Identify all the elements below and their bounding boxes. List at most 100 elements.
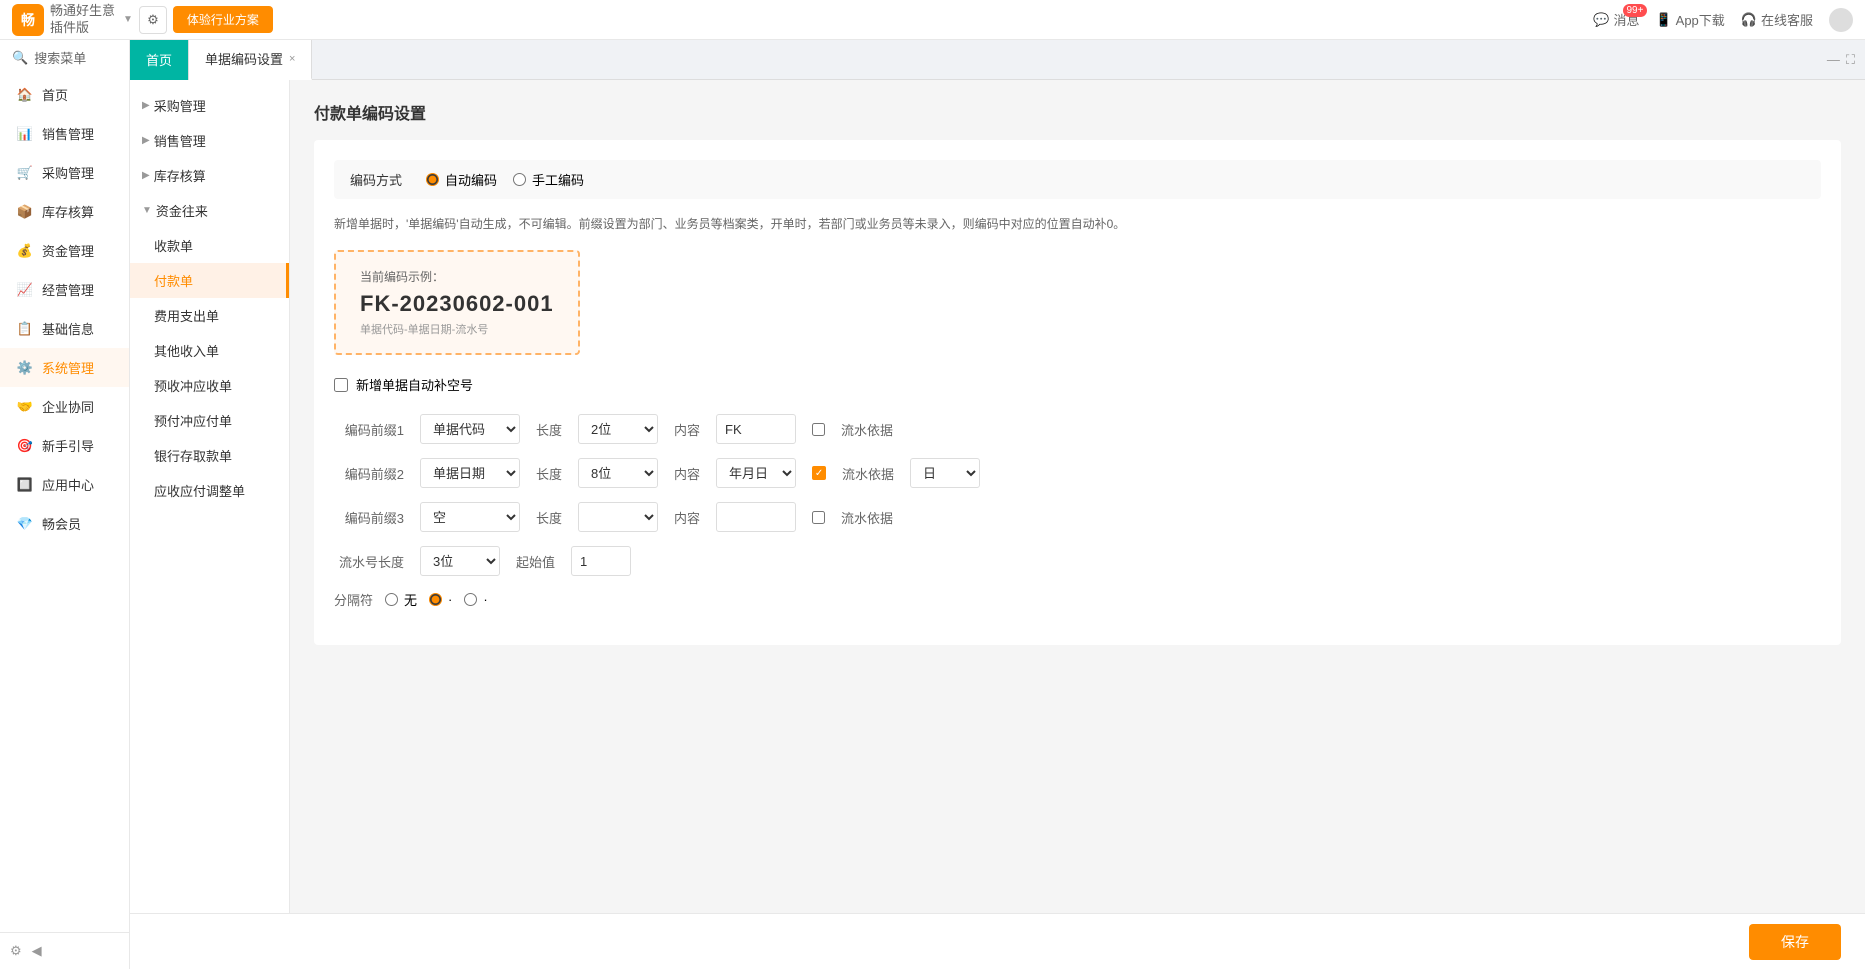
prefix2-serial-follow-checkbox[interactable]: ✓ [812, 466, 826, 480]
prefix1-serial-follow-checkbox[interactable] [812, 423, 825, 436]
sub-group-capital[interactable]: ▼ 资金往来 [130, 193, 289, 228]
prefix1-label: 编码前缀1 [334, 420, 404, 439]
search-menu[interactable]: 🔍 搜索菜单 [0, 40, 129, 75]
arrow-down-icon: ▼ [142, 205, 152, 216]
separator-row: 分隔符 无 · · [334, 590, 1821, 609]
prefix3-serial-follow-label: 流水依据 [841, 508, 893, 527]
tab-home[interactable]: 首页 [130, 40, 189, 80]
auto-encode-option[interactable]: 自动编码 [426, 170, 497, 189]
gear-button[interactable]: ⚙ [139, 6, 167, 34]
tab-maximize-icon[interactable]: ⛶ [1846, 52, 1855, 68]
prefix3-row: 编码前缀3 空 单据代码 部门 业务员 长度 内容 [334, 502, 1821, 532]
sub-group-purchase[interactable]: ▶ 采购管理 [130, 88, 289, 123]
prefix1-serial-follow-label: 流水依据 [841, 420, 893, 439]
logo-text: 畅通好生意 插件版 [50, 3, 115, 37]
sidebar-item-inventory[interactable]: 📦 库存核算 [0, 192, 129, 231]
prefix2-length-label: 长度 [536, 464, 562, 483]
auto-encode-radio[interactable] [426, 173, 439, 186]
sub-sidebar: ▶ 采购管理 ▶ 销售管理 ▶ 库存核算 ▼ 资金往来 收款单 [130, 80, 290, 913]
prefix2-content-select[interactable]: 年月日 年月 年 [716, 458, 796, 488]
sub-item-other-income[interactable]: 其他收入单 [130, 333, 289, 368]
sidebar-item-basic[interactable]: 📋 基础信息 [0, 309, 129, 348]
sidebar-item-finance[interactable]: 💰 资金管理 [0, 231, 129, 270]
trial-button[interactable]: 体验行业方案 [173, 6, 273, 33]
sidebar-item-apps[interactable]: 🔲 应用中心 [0, 465, 129, 504]
separator-dot-option[interactable]: · [464, 592, 487, 607]
preview-sub: 单据代码-单据日期-流水号 [360, 321, 554, 337]
sub-item-pre-payable[interactable]: 预付冲应付单 [130, 403, 289, 438]
sidebar-item-home[interactable]: 🏠 首页 [0, 75, 129, 114]
save-button[interactable]: 保存 [1749, 924, 1841, 960]
app-download-btn[interactable]: 📱 App下载 [1655, 10, 1724, 29]
start-value-input[interactable] [571, 546, 631, 576]
basic-icon: 📋 [16, 320, 34, 338]
sub-item-payable-adjust[interactable]: 应收应付调整单 [130, 473, 289, 508]
prefix2-select[interactable]: 单据日期 部门 业务员 空 [420, 458, 520, 488]
top-bar-left: 畅 畅通好生意 插件版 ▼ ⚙ 体验行业方案 [12, 3, 273, 37]
purchase-icon: 🛒 [16, 164, 34, 182]
sidebar-item-system[interactable]: ⚙️ 系统管理 [0, 348, 129, 387]
prefix1-length-select[interactable]: 2位 3位 4位 [578, 414, 658, 444]
guide-icon: 🎯 [16, 437, 34, 455]
tab-minimize-icon[interactable]: — [1827, 52, 1840, 67]
prefix3-select[interactable]: 空 单据代码 部门 业务员 [420, 502, 520, 532]
prefix2-follow-select[interactable]: 日 月 年 [910, 458, 980, 488]
preview-label: 当前编码示例： [360, 268, 554, 285]
sub-group-sales[interactable]: ▶ 销售管理 [130, 123, 289, 158]
tab-close-icon[interactable]: × [289, 53, 295, 65]
manual-encode-option[interactable]: 手工编码 [513, 170, 584, 189]
auto-fill-checkbox[interactable] [334, 378, 348, 392]
settings-footer-btn[interactable]: ⚙ [10, 943, 22, 959]
sidebar-item-guide[interactable]: 🎯 新手引导 [0, 426, 129, 465]
sub-item-payment[interactable]: 付款单 [130, 263, 289, 298]
prefix3-length-select[interactable] [578, 502, 658, 532]
sub-item-expense[interactable]: 费用支出单 [130, 298, 289, 333]
prefix3-serial-follow-checkbox[interactable] [812, 511, 825, 524]
sub-item-pre-receivable[interactable]: 预收冲应收单 [130, 368, 289, 403]
sidebar-item-purchase[interactable]: 🛒 采购管理 [0, 153, 129, 192]
sidebar-item-operation[interactable]: 📈 经营管理 [0, 270, 129, 309]
user-avatar[interactable] [1829, 8, 1853, 32]
serial-length-label: 流水号长度 [334, 552, 404, 571]
message-btn[interactable]: 💬 消息 99+ [1593, 10, 1639, 29]
finance-icon: 💰 [16, 242, 34, 260]
prefix3-content-input[interactable] [716, 502, 796, 532]
collapse-footer-btn[interactable]: ◀ [32, 943, 42, 959]
separator-dash-option[interactable]: · [429, 592, 452, 607]
main-layout: 🔍 搜索菜单 🏠 首页 📊 销售管理 🛒 采购管理 📦 库存核算 💰 资金管理 … [0, 40, 1865, 969]
separator-none-radio[interactable] [385, 593, 398, 606]
auto-fill-row: 新增单据自动补空号 [334, 375, 1821, 394]
tab-bar: 首页 单据编码设置 × — ⛶ [130, 40, 1865, 80]
prefix2-length-select[interactable]: 8位 4位 6位 [578, 458, 658, 488]
app-logo: 畅 畅通好生意 插件版 [12, 3, 115, 37]
content-wrapper: 首页 单据编码设置 × — ⛶ ▶ 采购管理 ▶ 销售管理 [130, 40, 1865, 969]
sub-item-receipt[interactable]: 收款单 [130, 228, 289, 263]
sub-item-bank-deposit[interactable]: 银行存取款单 [130, 438, 289, 473]
start-value-label: 起始值 [516, 552, 555, 571]
online-service-btn[interactable]: 🎧 在线客服 [1741, 10, 1813, 29]
separator-dot-radio[interactable] [464, 593, 477, 606]
apps-icon: 🔲 [16, 476, 34, 494]
page-title: 付款单编码设置 [314, 100, 1841, 124]
sidebar-item-member[interactable]: 💎 畅会员 [0, 504, 129, 543]
serial-length-select[interactable]: 3位 4位 5位 6位 [420, 546, 500, 576]
encode-method-label: 编码方式 [350, 170, 402, 189]
message-badge: 99+ [1623, 4, 1648, 17]
prefix1-length-label: 长度 [536, 420, 562, 439]
tab-encode-settings[interactable]: 单据编码设置 × [189, 40, 312, 80]
dropdown-arrow-icon[interactable]: ▼ [123, 14, 133, 25]
sidebar-item-sales[interactable]: 📊 销售管理 [0, 114, 129, 153]
prefix1-select[interactable]: 单据代码 部门 业务员 空 [420, 414, 520, 444]
prefix1-row: 编码前缀1 单据代码 部门 业务员 空 长度 2位 3位 4位 [334, 414, 1821, 444]
app-download-icon: 📱 [1655, 12, 1671, 28]
prefix3-label: 编码前缀3 [334, 508, 404, 527]
sub-group-inventory[interactable]: ▶ 库存核算 [130, 158, 289, 193]
separator-dash-radio[interactable] [429, 593, 442, 606]
separator-none-option[interactable]: 无 [385, 590, 417, 609]
prefix1-content-input[interactable] [716, 414, 796, 444]
manual-encode-radio[interactable] [513, 173, 526, 186]
system-icon: ⚙️ [16, 359, 34, 377]
main-content: 付款单编码设置 编码方式 自动编码 手工编码 [290, 80, 1865, 913]
sidebar-item-enterprise[interactable]: 🤝 企业协同 [0, 387, 129, 426]
encode-method-radio-group: 自动编码 手工编码 [426, 170, 584, 189]
